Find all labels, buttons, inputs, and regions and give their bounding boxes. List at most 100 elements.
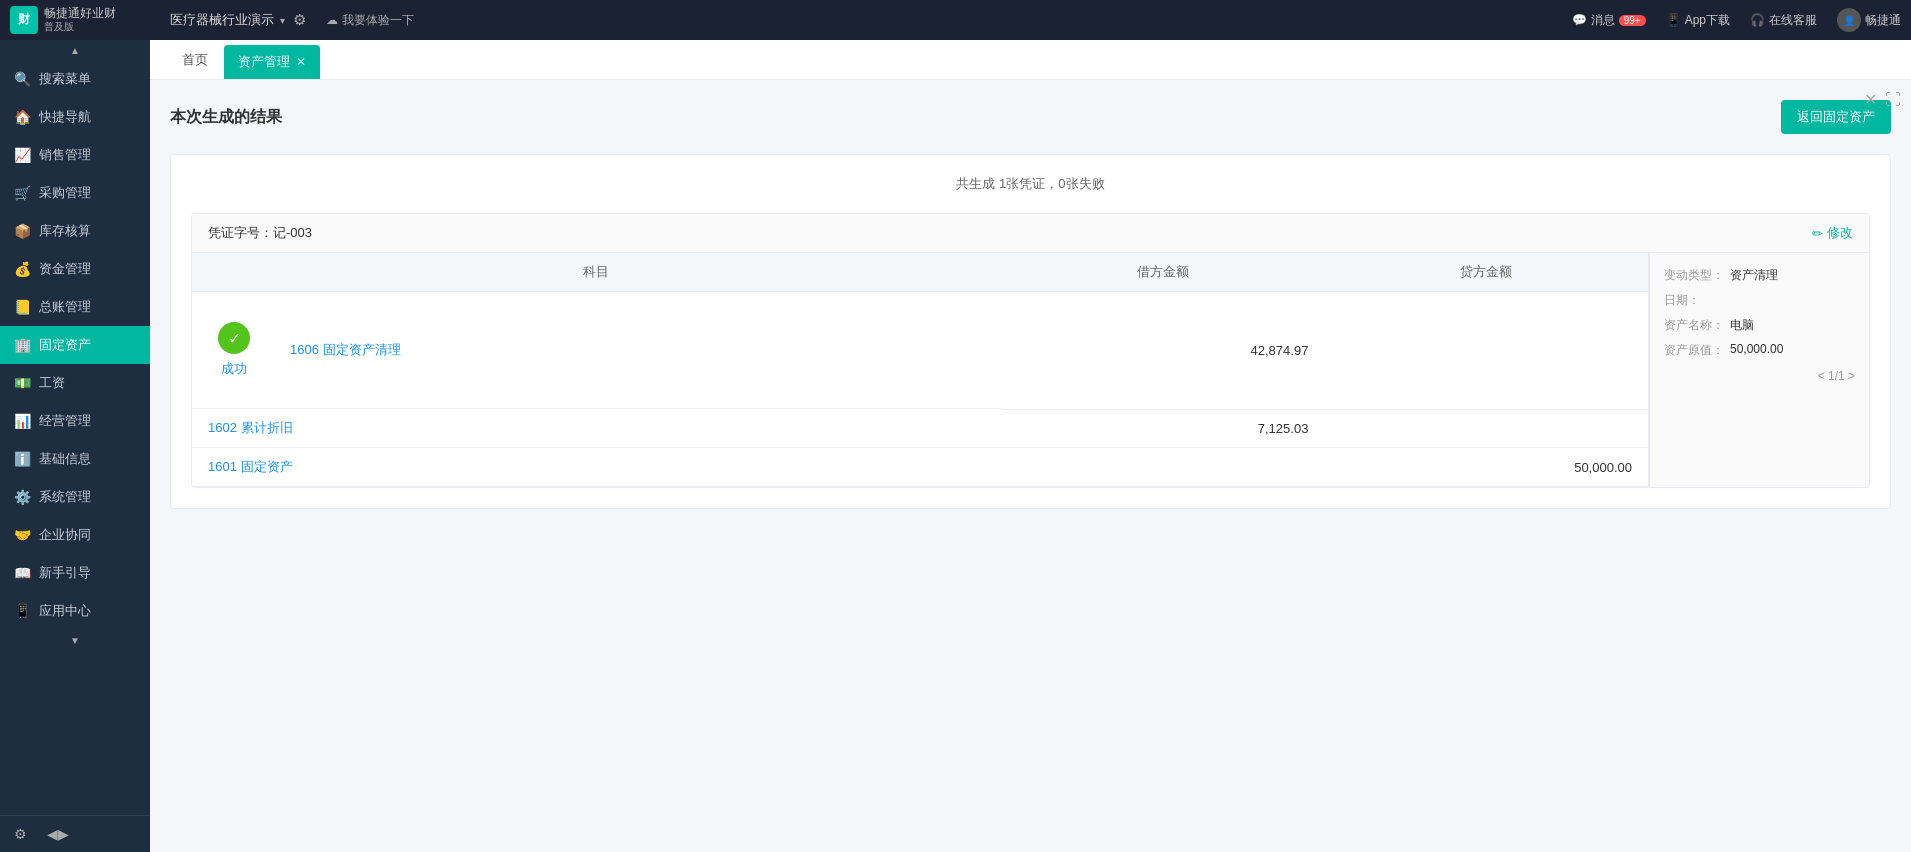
- asset-name-value: 电脑: [1730, 317, 1754, 334]
- sidebar-label-purchase: 采购管理: [39, 184, 91, 202]
- col-header-subject: 科目: [192, 253, 1001, 292]
- sidebar-label-finance: 资金管理: [39, 260, 91, 278]
- sidebar-item-quick-nav[interactable]: 🏠 快捷导航: [0, 98, 150, 136]
- tab-asset-mgmt-label: 资产管理: [238, 53, 290, 71]
- settings-bottom-icon[interactable]: ⚙: [14, 826, 27, 842]
- sidebar-item-ledger[interactable]: 📒 总账管理: [0, 288, 150, 326]
- voucher-body: 科目 借方金额 贷方金额 ✓: [192, 253, 1869, 487]
- sidebar: ▲ 🔍 搜索菜单 🏠 快捷导航 📈 销售管理 🛒 采购管理 📦 库存核算 💰 资…: [0, 40, 150, 852]
- sidebar-item-enterprise[interactable]: 🤝 企业协同: [0, 516, 150, 554]
- date-label: 日期：: [1664, 292, 1700, 309]
- logo-icon: 财: [10, 6, 38, 34]
- message-icon: 💬: [1572, 13, 1587, 27]
- company-name: 医疗器械行业演示: [170, 11, 274, 29]
- tab-close-icon[interactable]: ✕: [296, 55, 306, 69]
- sidebar-item-inventory[interactable]: 📦 库存核算: [0, 212, 150, 250]
- sidebar-scroll-up[interactable]: ▲: [0, 40, 150, 60]
- sidebar-label-ledger: 总账管理: [39, 298, 91, 316]
- asset-value-row: 资产原值： 50,000.00: [1664, 342, 1855, 359]
- result-panel: 共生成 1张凭证，0张失败 凭证字号：记-003 ✏ 修改: [170, 154, 1891, 509]
- edit-button[interactable]: ✏ 修改: [1812, 224, 1853, 242]
- sidebar-item-search[interactable]: 🔍 搜索菜单: [0, 60, 150, 98]
- sidebar-label-operations: 经营管理: [39, 412, 91, 430]
- subject-label-1: 1606 固定资产清理: [290, 341, 401, 359]
- sidebar-label-enterprise: 企业协同: [39, 526, 91, 544]
- voucher-header: 凭证字号：记-003 ✏ 修改: [192, 214, 1869, 253]
- page-title: 本次生成的结果: [170, 107, 282, 128]
- app-edition: 普及版: [44, 20, 116, 34]
- sidebar-label-app-center: 应用中心: [39, 602, 91, 620]
- expand-panel-button[interactable]: ⛶: [1885, 90, 1901, 109]
- voucher-table: 科目 借方金额 贷方金额 ✓: [192, 253, 1648, 487]
- sidebar-scroll-down[interactable]: ▼: [0, 630, 150, 650]
- change-type-value: 资产清理: [1730, 267, 1778, 284]
- settings-icon[interactable]: ⚙: [293, 11, 306, 29]
- tab-asset-mgmt[interactable]: 资产管理 ✕: [224, 45, 320, 79]
- success-label: 成功: [221, 360, 247, 378]
- sales-icon: 📈: [14, 147, 31, 163]
- credit-1: [1324, 292, 1648, 410]
- sidebar-label-base-info: 基础信息: [39, 450, 91, 468]
- sidebar-item-payroll[interactable]: 💵 工资: [0, 364, 150, 402]
- page-content: ✕ ⛶ 本次生成的结果 返回固定资产 共生成 1张凭证，0张失败 凭证字号：记-…: [150, 80, 1911, 852]
- voucher-info-panel: 变动类型： 资产清理 日期： 资产名称： 电脑: [1649, 253, 1869, 487]
- summary-text: 共生成 1张凭证，0张失败: [956, 176, 1104, 191]
- change-type-label: 变动类型：: [1664, 267, 1724, 284]
- voucher-table-area: 科目 借方金额 贷方金额 ✓: [192, 253, 1649, 487]
- chevron-down-icon: ▾: [280, 15, 285, 26]
- purchase-icon: 🛒: [14, 185, 31, 201]
- table-row: ✓ 成功 1606 固定资产清理 42,874.97: [192, 292, 1648, 410]
- home-icon: 🏠: [14, 109, 31, 125]
- pagination[interactable]: < 1/1 >: [1664, 369, 1855, 383]
- message-button[interactable]: 💬 消息 99+: [1572, 12, 1646, 29]
- base-info-icon: ℹ️: [14, 451, 31, 467]
- customer-service-button[interactable]: 🎧 在线客服: [1750, 12, 1817, 29]
- user-name: 畅捷通: [1865, 12, 1901, 29]
- sidebar-item-guide[interactable]: 📖 新手引导: [0, 554, 150, 592]
- cloud-icon: ☁: [326, 13, 338, 27]
- sidebar-item-fixed-assets[interactable]: 🏢 固定资产: [0, 326, 150, 364]
- headset-icon: 🎧: [1750, 13, 1765, 27]
- message-badge: 99+: [1619, 15, 1646, 26]
- top-bar: 财 畅捷通好业财 普及版 医疗器械行业演示 ▾ ⚙ ☁ 我要体验一下 💬 消息 …: [0, 0, 1911, 40]
- date-row: 日期：: [1664, 292, 1855, 309]
- debit-2: 7,125.03: [1001, 409, 1325, 448]
- sidebar-item-system[interactable]: ⚙️ 系统管理: [0, 478, 150, 516]
- success-status-1: ✓ 成功: [208, 302, 260, 398]
- credit-2: [1324, 409, 1648, 448]
- sidebar-label-sales: 销售管理: [39, 146, 91, 164]
- tab-home-label: 首页: [182, 52, 208, 67]
- search-icon: 🔍: [14, 71, 31, 87]
- main-layout: ▲ 🔍 搜索菜单 🏠 快捷导航 📈 销售管理 🛒 采购管理 📦 库存核算 💰 资…: [0, 40, 1911, 852]
- trial-button[interactable]: ☁ 我要体验一下: [326, 12, 414, 29]
- company-selector[interactable]: 医疗器械行业演示 ▾: [170, 11, 285, 29]
- system-icon: ⚙️: [14, 489, 31, 505]
- sidebar-item-base-info[interactable]: ℹ️ 基础信息: [0, 440, 150, 478]
- sidebar-item-app-center[interactable]: 📱 应用中心: [0, 592, 150, 630]
- fixed-assets-icon: 🏢: [14, 337, 31, 353]
- avatar: 👤: [1837, 8, 1861, 32]
- credit-3: 50,000.00: [1324, 448, 1648, 487]
- sidebar-item-sales[interactable]: 📈 销售管理: [0, 136, 150, 174]
- user-menu[interactable]: 👤 畅捷通: [1837, 8, 1901, 32]
- col-header-credit: 贷方金额: [1324, 253, 1648, 292]
- sidebar-item-purchase[interactable]: 🛒 采购管理: [0, 174, 150, 212]
- edit-label: 修改: [1827, 224, 1853, 242]
- trial-label: 我要体验一下: [342, 12, 414, 29]
- collapse-sidebar-icon[interactable]: ◀▶: [47, 826, 69, 842]
- subject-1: ✓ 成功 1606 固定资产清理: [192, 292, 1001, 409]
- change-type-row: 变动类型： 资产清理: [1664, 267, 1855, 284]
- asset-name-label: 资产名称：: [1664, 317, 1724, 334]
- payroll-icon: 💵: [14, 375, 31, 391]
- logo: 财 畅捷通好业财 普及版: [10, 6, 160, 34]
- tab-home[interactable]: 首页: [166, 43, 224, 79]
- app-download-button[interactable]: 📱 App下载: [1666, 12, 1730, 29]
- close-panel-button[interactable]: ✕: [1864, 90, 1877, 109]
- sidebar-item-finance[interactable]: 💰 资金管理: [0, 250, 150, 288]
- app-name: 畅捷通好业财: [44, 6, 116, 20]
- sidebar-label-quick-nav: 快捷导航: [39, 108, 91, 126]
- sidebar-label-guide: 新手引导: [39, 564, 91, 582]
- panel-controls: ✕ ⛶: [1864, 90, 1901, 109]
- enterprise-icon: 🤝: [14, 527, 31, 543]
- sidebar-item-operations[interactable]: 📊 经营管理: [0, 402, 150, 440]
